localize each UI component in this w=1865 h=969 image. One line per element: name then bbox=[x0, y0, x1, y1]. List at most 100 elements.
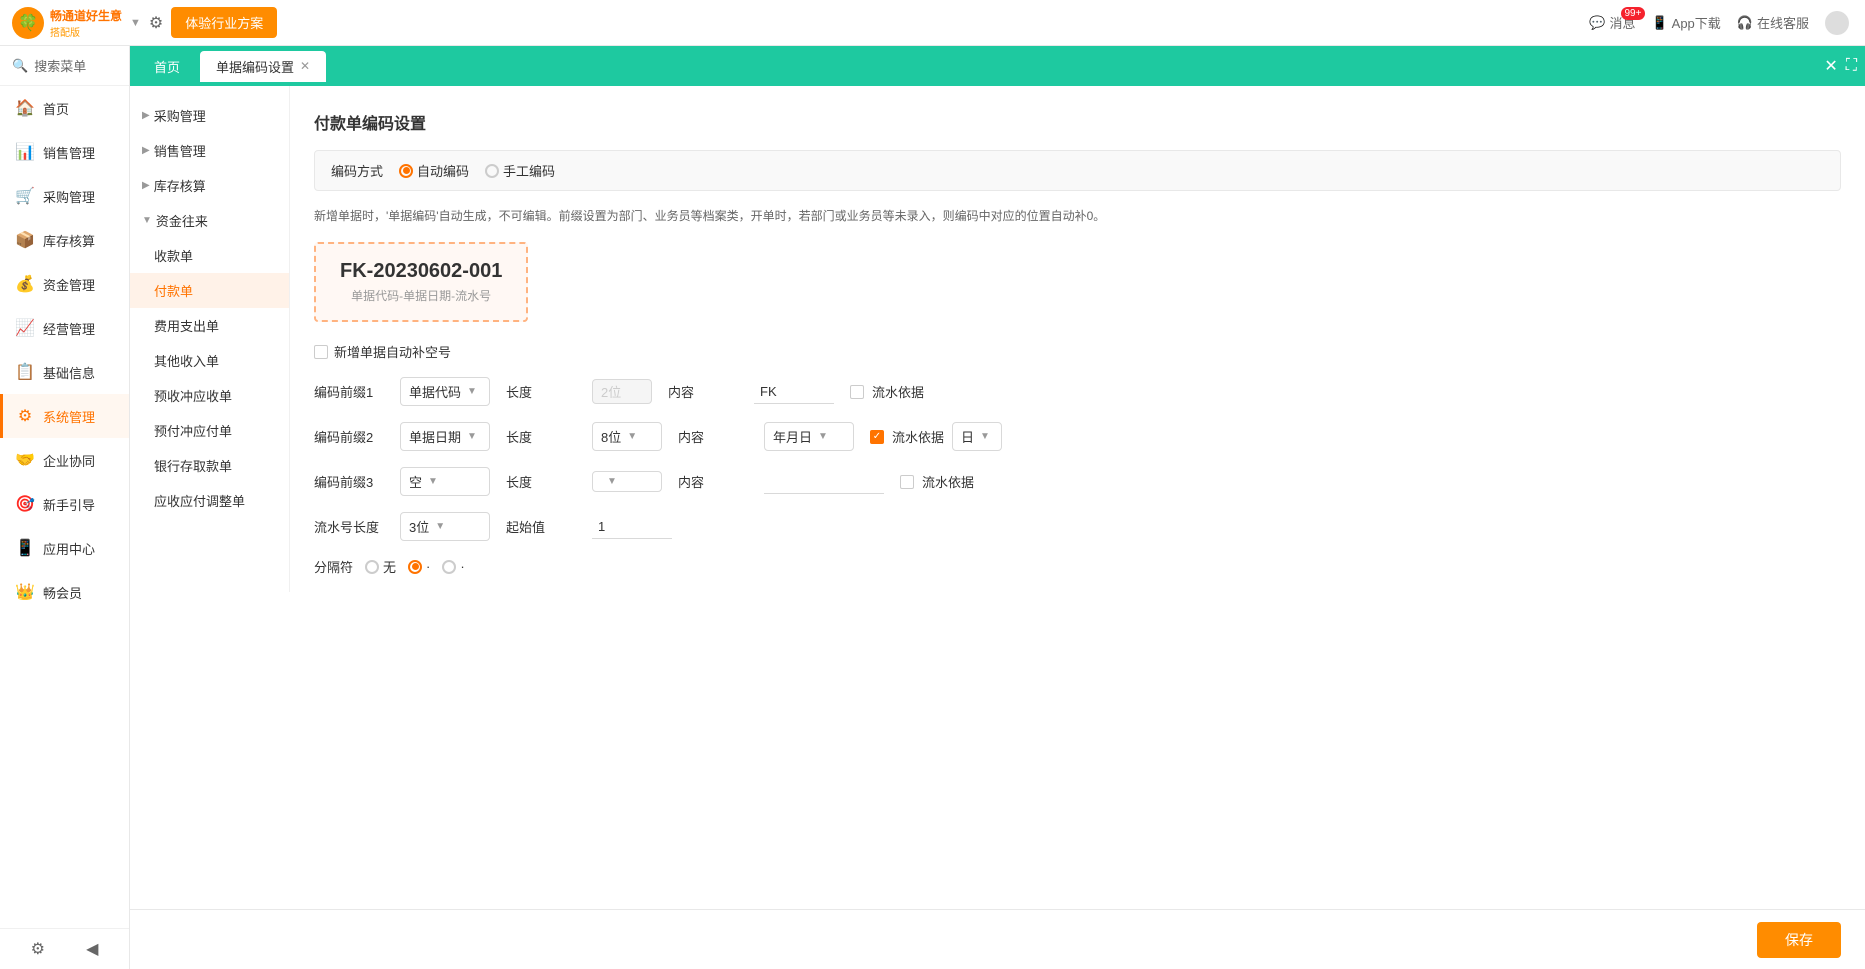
basic-icon: 📋 bbox=[15, 362, 35, 382]
purchase-icon: 🛒 bbox=[15, 186, 35, 206]
auto-encode-radio[interactable]: 自动编码 bbox=[399, 161, 469, 180]
encode-mode-row: 编码方式 自动编码 手工编码 bbox=[314, 150, 1841, 191]
length-select-3[interactable]: ▼ bbox=[592, 471, 662, 492]
content-input-1[interactable] bbox=[754, 380, 834, 404]
sidebar-item-purchase[interactable]: 🛒采购管理 bbox=[0, 174, 129, 218]
header-dropdown[interactable]: ▼ bbox=[130, 17, 141, 29]
sub-nav-parent-3[interactable]: ▼资金往来 bbox=[130, 203, 289, 238]
length-select-2[interactable]: 8位 ▼ bbox=[592, 422, 662, 451]
prefix-select-3[interactable]: 空 ▼ bbox=[400, 467, 490, 496]
flow-label-1: 流水依据 bbox=[872, 382, 924, 401]
search-menu[interactable]: 🔍 搜索菜单 bbox=[0, 46, 129, 86]
sep-none-radio[interactable]: 无 bbox=[365, 557, 396, 576]
sidebar-item-inventory[interactable]: 📦库存核算 bbox=[0, 218, 129, 262]
length-label-3: 长度 bbox=[506, 472, 576, 491]
sub-nav-child-3-7[interactable]: 应收应付调整单 bbox=[130, 483, 289, 518]
sub-nav: ▶采购管理▶销售管理▶库存核算▼资金往来收款单付款单费用支出单其他收入单预收冲应… bbox=[130, 86, 290, 592]
content-area: ▶采购管理▶销售管理▶库存核算▼资金往来收款单付款单费用支出单其他收入单预收冲应… bbox=[130, 86, 1865, 969]
settings-icon[interactable]: ⚙ bbox=[149, 13, 163, 33]
header-left: 🍀 畅通道好生意 搭配版 ▼ ⚙ 体验行业方案 bbox=[12, 7, 277, 39]
new-voucher-checkbox[interactable] bbox=[314, 345, 328, 359]
main-wrapper: 首页单据编码设置✕ ✕ ⛶ ▶采购管理▶销售管理▶库存核算▼资金往来收款单付款单… bbox=[130, 46, 1865, 969]
sub-nav-child-3-4[interactable]: 预收冲应收单 bbox=[130, 378, 289, 413]
sidebar-item-system[interactable]: ⚙系统管理 bbox=[0, 394, 129, 438]
tab-home[interactable]: 首页 bbox=[138, 51, 196, 82]
start-value-label: 起始值 bbox=[506, 517, 576, 536]
home-icon: 🏠 bbox=[15, 98, 35, 118]
sub-nav-parent-1[interactable]: ▶销售管理 bbox=[130, 133, 289, 168]
sub-nav-parent-2[interactable]: ▶库存核算 bbox=[130, 168, 289, 203]
sub-nav-child-3-2[interactable]: 费用支出单 bbox=[130, 308, 289, 343]
search-icon: 🔍 bbox=[12, 58, 28, 74]
layout: ▶采购管理▶销售管理▶库存核算▼资金往来收款单付款单费用支出单其他收入单预收冲应… bbox=[154, 110, 1841, 592]
start-value-input[interactable] bbox=[592, 515, 672, 539]
logo-text: 畅通道好生意 搭配版 bbox=[50, 7, 122, 39]
logo-icon: 🍀 bbox=[12, 7, 44, 39]
length-input-1[interactable] bbox=[592, 379, 652, 404]
corp-icon: 🤝 bbox=[15, 450, 35, 470]
content-label-1: 内容 bbox=[668, 382, 738, 401]
auto-radio-circle bbox=[399, 164, 413, 178]
new-voucher-row: 新增单据自动补空号 bbox=[314, 342, 1841, 361]
app-download-area[interactable]: 📱 App下载 bbox=[1651, 13, 1720, 32]
sep-dot2-radio[interactable]: · bbox=[442, 559, 464, 574]
preview-box: FK-20230602-001 单据代码-单据日期-流水号 bbox=[314, 242, 528, 322]
header-nav: ▼ ⚙ 体验行业方案 bbox=[130, 7, 277, 38]
tab-close-voucher-setting[interactable]: ✕ bbox=[300, 59, 310, 73]
prefix-select-2[interactable]: 单据日期 ▼ bbox=[400, 422, 490, 451]
manual-encode-radio[interactable]: 手工编码 bbox=[485, 161, 555, 180]
flow-group-2: ✓ 流水依据 日 ▼ bbox=[870, 422, 1002, 451]
prefix-select-1[interactable]: 单据代码 ▼ bbox=[400, 377, 490, 406]
content-input-3[interactable] bbox=[764, 470, 884, 494]
flow-checkbox-3[interactable] bbox=[900, 475, 914, 489]
flow-label-2: 流水依据 bbox=[892, 427, 944, 446]
flow-checkbox-2[interactable]: ✓ bbox=[870, 430, 884, 444]
sep-dot-radio[interactable]: · bbox=[408, 559, 430, 574]
sub-nav-child-3-0[interactable]: 收款单 bbox=[130, 238, 289, 273]
sidebar-settings-icon[interactable]: ⚙ bbox=[31, 939, 45, 959]
system-icon: ⚙ bbox=[15, 406, 35, 426]
tab-voucher-setting[interactable]: 单据编码设置✕ bbox=[200, 51, 326, 82]
sidebar-item-sales[interactable]: 📊销售管理 bbox=[0, 130, 129, 174]
sidebar-item-operation[interactable]: 📈经营管理 bbox=[0, 306, 129, 350]
tab-fullscreen-icon[interactable]: ⛶ bbox=[1846, 57, 1857, 75]
sub-nav-parent-0[interactable]: ▶采购管理 bbox=[130, 98, 289, 133]
length-label-2: 长度 bbox=[506, 427, 576, 446]
prefix-label-1: 编码前缀1 bbox=[314, 382, 384, 401]
message-badge: 99+ bbox=[1621, 7, 1646, 20]
user-area[interactable] bbox=[1825, 11, 1853, 35]
sep-none-circle bbox=[365, 560, 379, 574]
service-icon: 🎧 bbox=[1737, 15, 1753, 31]
sub-nav-child-3-3[interactable]: 其他收入单 bbox=[130, 343, 289, 378]
sub-nav-child-3-6[interactable]: 银行存取款单 bbox=[130, 448, 289, 483]
trial-button[interactable]: 体验行业方案 bbox=[171, 7, 277, 38]
tab-close-all-icon[interactable]: ✕ bbox=[1824, 56, 1837, 76]
flow-period-select-2[interactable]: 日 ▼ bbox=[952, 422, 1002, 451]
preview-desc: 单据代码-单据日期-流水号 bbox=[340, 287, 502, 304]
logo-area: 🍀 畅通道好生意 搭配版 bbox=[12, 7, 122, 39]
sidebar-item-apps[interactable]: 📱应用中心 bbox=[0, 526, 129, 570]
sidebar-item-corp[interactable]: 🤝企业协同 bbox=[0, 438, 129, 482]
sidebar-collapse-icon[interactable]: ◀ bbox=[86, 939, 98, 959]
user-avatar bbox=[1825, 11, 1849, 35]
length-label-1: 长度 bbox=[506, 382, 576, 401]
finance-icon: 💰 bbox=[15, 274, 35, 294]
sidebar-item-guide[interactable]: 🎯新手引导 bbox=[0, 482, 129, 526]
sidebar-item-home[interactable]: 🏠首页 bbox=[0, 86, 129, 130]
top-header: 🍀 畅通道好生意 搭配版 ▼ ⚙ 体验行业方案 💬 消息 99+ 📱 App下载… bbox=[0, 0, 1865, 46]
service-area[interactable]: 🎧 在线客服 bbox=[1737, 13, 1809, 32]
prefix-label-2: 编码前缀2 bbox=[314, 427, 384, 446]
sub-nav-child-3-1[interactable]: 付款单 bbox=[130, 273, 289, 308]
sidebar-item-finance[interactable]: 💰资金管理 bbox=[0, 262, 129, 306]
serial-length-select[interactable]: 3位 ▼ bbox=[400, 512, 490, 541]
message-area[interactable]: 💬 消息 99+ bbox=[1589, 13, 1635, 32]
content-select-2[interactable]: 年月日 ▼ bbox=[764, 422, 854, 451]
sidebar-item-member[interactable]: 👑畅会员 bbox=[0, 570, 129, 614]
sub-nav-child-3-5[interactable]: 预付冲应付单 bbox=[130, 413, 289, 448]
prefix-row-3: 编码前缀3 空 ▼ 长度 ▼ 内容 流水依据 bbox=[314, 467, 1841, 496]
save-button[interactable]: 保存 bbox=[1757, 922, 1841, 958]
app-icon: 📱 bbox=[1651, 15, 1667, 31]
flow-checkbox-1[interactable] bbox=[850, 385, 864, 399]
sidebar-item-basic[interactable]: 📋基础信息 bbox=[0, 350, 129, 394]
new-voucher-label: 新增单据自动补空号 bbox=[334, 342, 451, 361]
